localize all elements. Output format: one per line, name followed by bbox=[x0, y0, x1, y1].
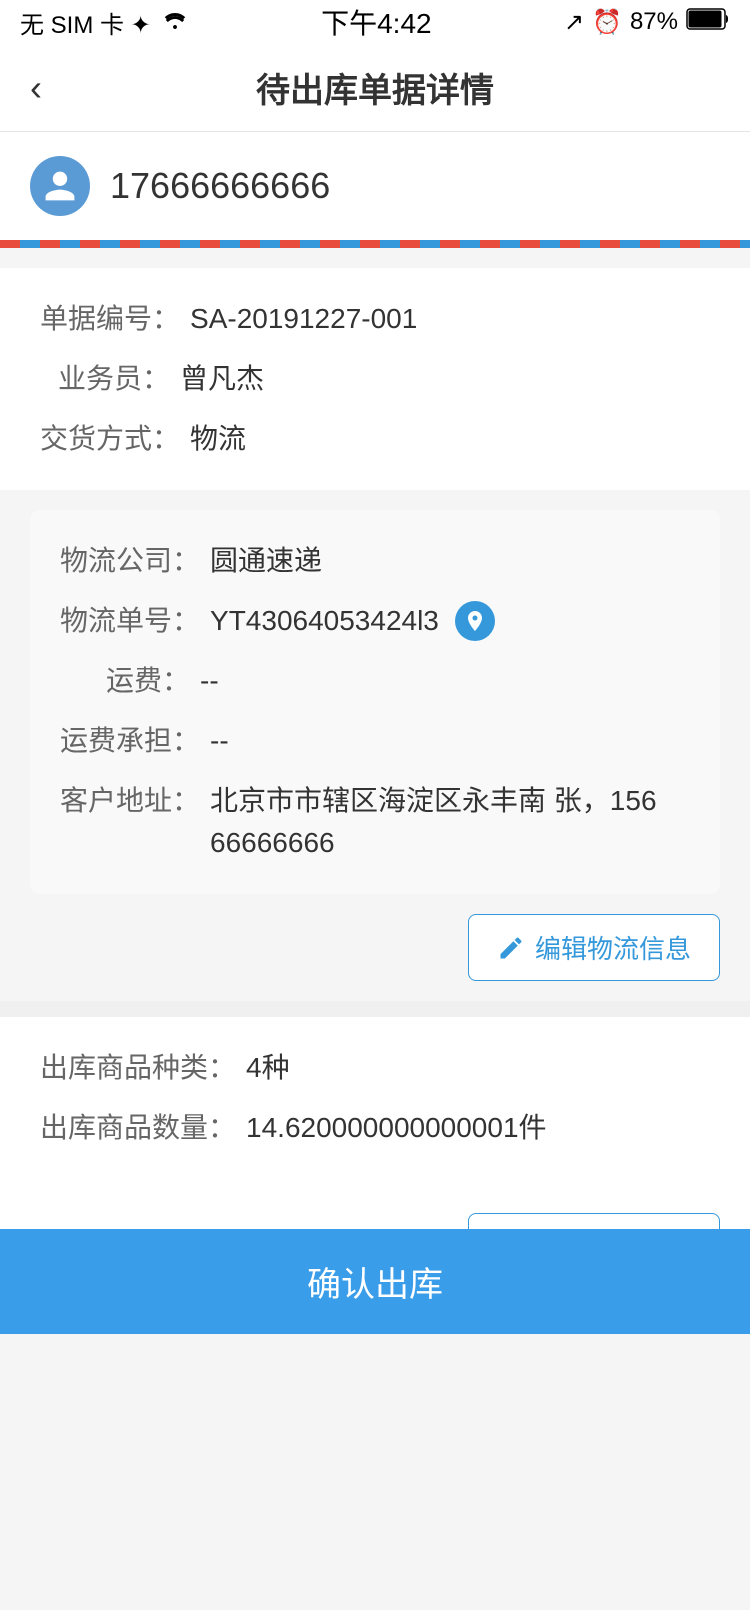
freight-row: 运费： -- bbox=[60, 660, 690, 702]
status-bar-time: 下午4:42 bbox=[321, 2, 432, 42]
page-title: 待出库单据详情 bbox=[256, 63, 494, 112]
customer-phone: 17666666666 bbox=[110, 165, 330, 207]
goods-quantity-value: 14.620000000000001件 bbox=[246, 1107, 710, 1149]
goods-types-label: 出库商品种类： bbox=[40, 1047, 246, 1089]
status-bar-right: ↗ ⏰ 87% bbox=[564, 8, 730, 37]
goods-section: 出库商品种类： 4种 出库商品数量： 14.620000000000001件 bbox=[0, 1017, 750, 1197]
status-bar: 无 SIM 卡 ✦ 下午4:42 ↗ ⏰ 87% bbox=[0, 0, 750, 44]
back-button[interactable]: ‹ bbox=[30, 67, 42, 109]
logistics-company-label: 物流公司： bbox=[60, 540, 210, 582]
confirm-button-label: 确认出库 bbox=[307, 1266, 443, 1304]
freight-value: -- bbox=[200, 660, 690, 702]
delivery-label: 交货方式： bbox=[40, 418, 190, 460]
freight-label: 运费： bbox=[60, 660, 200, 702]
staff-label: 业务员： bbox=[40, 358, 180, 400]
freight-bearer-value: -- bbox=[210, 720, 690, 762]
freight-bearer-row: 运费承担： -- bbox=[60, 720, 690, 762]
document-number-value: SA-20191227-001 bbox=[190, 298, 710, 340]
avatar bbox=[30, 156, 90, 216]
goods-quantity-row: 出库商品数量： 14.620000000000001件 bbox=[40, 1107, 710, 1149]
delivery-row: 交货方式： 物流 bbox=[40, 418, 710, 460]
tracking-number-row: 物流单号： YT43064053424l3 bbox=[60, 600, 690, 642]
staff-value: 曾凡杰 bbox=[180, 358, 710, 400]
battery-level: 87% bbox=[630, 8, 678, 36]
logistics-company-value: 圆通速递 bbox=[210, 540, 690, 582]
status-bar-left: 无 SIM 卡 ✦ bbox=[20, 5, 189, 40]
goods-quantity-label: 出库商品数量： bbox=[40, 1107, 246, 1149]
staff-row: 业务员： 曾凡杰 bbox=[40, 358, 710, 400]
edit-logistics-label: 编辑物流信息 bbox=[535, 929, 691, 966]
location-icon bbox=[463, 609, 487, 633]
basic-info-card: 单据编号： SA-20191227-001 业务员： 曾凡杰 交货方式： 物流 bbox=[0, 268, 750, 490]
address-row: 客户地址： 北京市市辖区海淀区永丰南 张，156 66666666 bbox=[60, 780, 690, 864]
document-number-label: 单据编号： bbox=[40, 298, 190, 340]
sim-status: 无 SIM 卡 ✦ bbox=[20, 5, 151, 40]
person-icon bbox=[42, 168, 78, 204]
confirm-button[interactable]: 确认出库 bbox=[0, 1229, 750, 1334]
customer-section: 17666666666 bbox=[0, 132, 750, 240]
address-label: 客户地址： bbox=[60, 780, 210, 822]
logistics-company-row: 物流公司： 圆通速递 bbox=[60, 540, 690, 582]
logistics-card: 物流公司： 圆通速递 物流单号： YT43064053424l3 运费： -- bbox=[30, 510, 720, 894]
nav-bar: ‹ 待出库单据详情 bbox=[0, 44, 750, 132]
edit-btn-container: 编辑物流信息 bbox=[0, 894, 750, 1001]
edit-logistics-button[interactable]: 编辑物流信息 bbox=[468, 914, 720, 981]
location-button[interactable] bbox=[455, 601, 495, 641]
goods-types-row: 出库商品种类： 4种 bbox=[40, 1047, 710, 1089]
tracking-number-label: 物流单号： bbox=[60, 600, 210, 642]
goods-types-value: 4种 bbox=[246, 1047, 710, 1089]
location-status-icon: ↗ bbox=[564, 8, 584, 37]
freight-bearer-label: 运费承担： bbox=[60, 720, 210, 762]
wifi-icon bbox=[161, 8, 189, 37]
battery-icon bbox=[686, 8, 730, 37]
bottom-spacer bbox=[0, 1310, 750, 1510]
tracking-number-text: YT43064053424l3 bbox=[210, 600, 439, 642]
dashed-divider bbox=[0, 240, 750, 248]
tracking-number-value: YT43064053424l3 bbox=[210, 600, 690, 642]
delivery-value: 物流 bbox=[190, 418, 710, 460]
document-number-row: 单据编号： SA-20191227-001 bbox=[40, 298, 710, 340]
section-divider bbox=[0, 1001, 750, 1017]
alarm-icon: ⏰ bbox=[592, 8, 622, 37]
address-value: 北京市市辖区海淀区永丰南 张，156 66666666 bbox=[210, 780, 690, 864]
edit-icon bbox=[497, 934, 525, 962]
